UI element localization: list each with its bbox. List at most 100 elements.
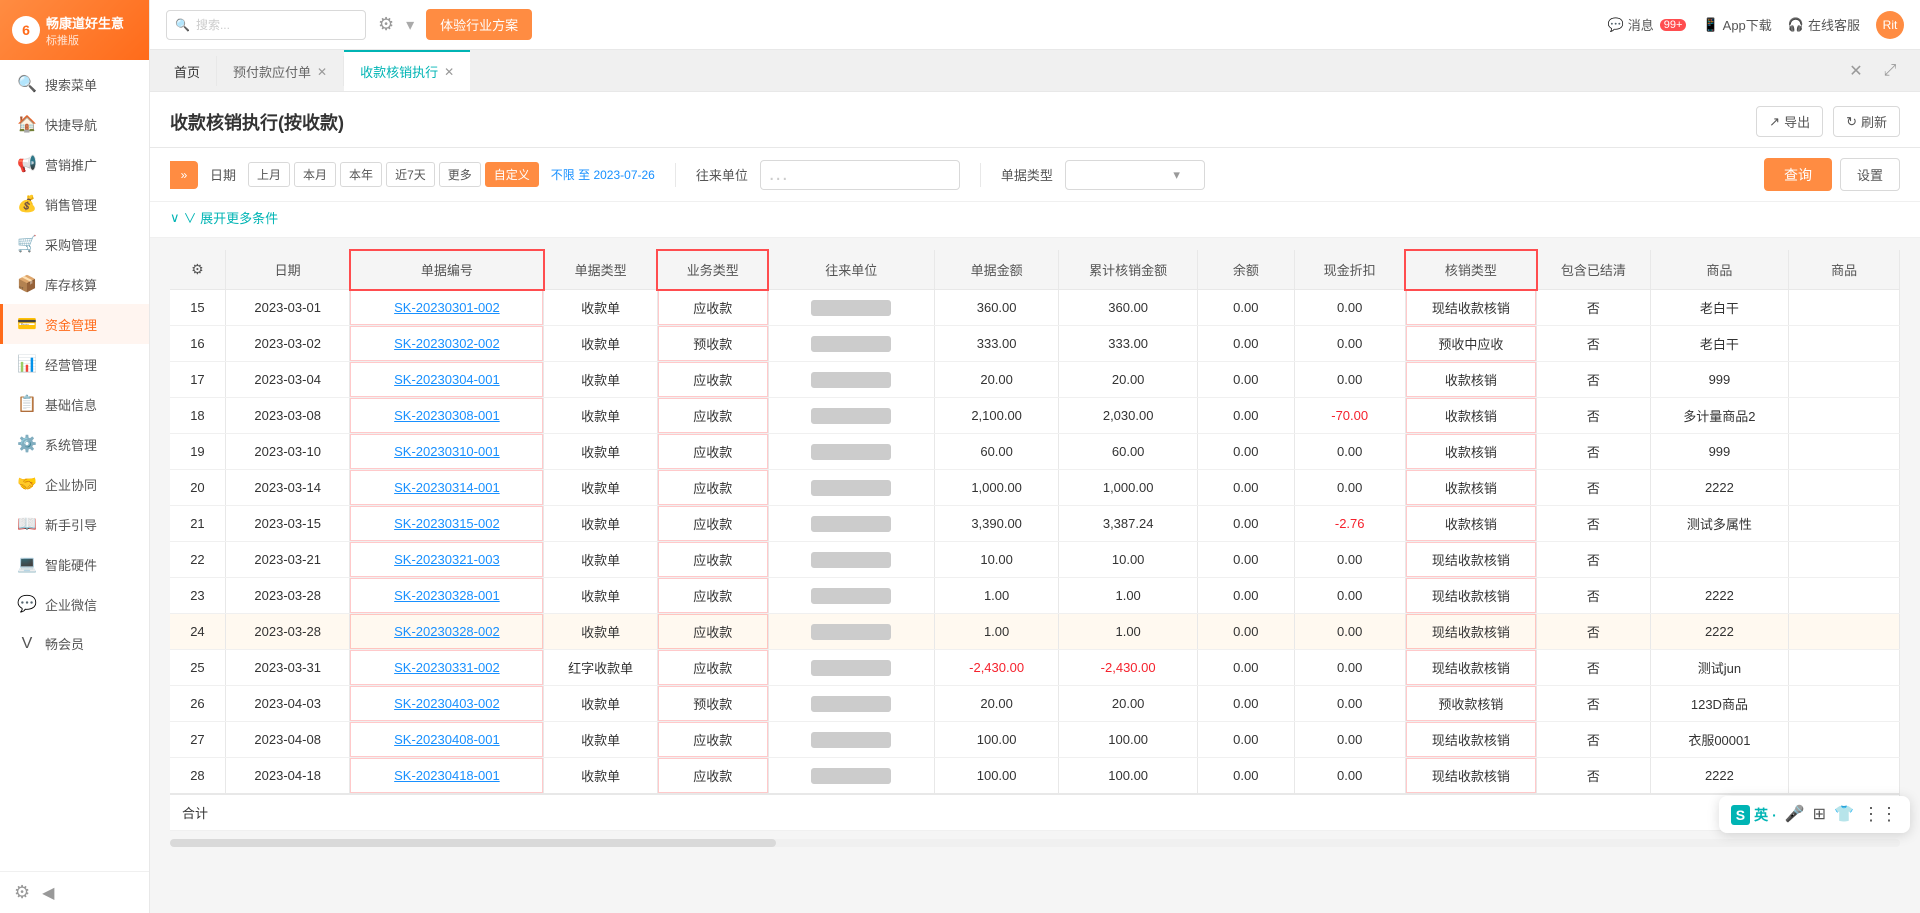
sidebar-item-hardware[interactable]: 💻 智能硬件 (0, 544, 149, 584)
col-header-writeoff-type[interactable]: 核销类型 (1405, 250, 1537, 290)
export-button[interactable]: ↗ 导出 (1756, 106, 1823, 137)
col-header-balance[interactable]: 余额 (1197, 250, 1294, 290)
cell-date: 2023-03-04 (225, 362, 350, 398)
table-row[interactable]: 24 2023-03-28 SK-20230328-002 收款单 应收款 1.… (170, 614, 1900, 650)
table-row[interactable]: 15 2023-03-01 SK-20230301-002 收款单 应收款 36… (170, 290, 1900, 326)
topbar-search[interactable]: 🔍 搜索... (166, 10, 366, 40)
cell-date: 2023-03-28 (225, 614, 350, 650)
table-row[interactable]: 22 2023-03-21 SK-20230321-003 收款单 应收款 10… (170, 542, 1900, 578)
col-header-accumulated[interactable]: 累计核销金额 (1059, 250, 1197, 290)
date-this-year[interactable]: 本年 (340, 162, 382, 187)
sidebar-item-system[interactable]: ⚙️ 系统管理 (0, 424, 149, 464)
scrollbar-thumb[interactable] (170, 839, 776, 847)
col-header-bill-no[interactable]: 单据编号 (350, 250, 544, 290)
tab-close-writeoff[interactable]: ✕ (444, 65, 454, 79)
cell-bill-no[interactable]: SK-20230310-001 (350, 434, 544, 470)
sidebar-item-capital[interactable]: 💳 资金管理 (0, 304, 149, 344)
table-row[interactable]: 16 2023-03-02 SK-20230302-002 收款单 预收款 33… (170, 326, 1900, 362)
settings-footer-icon[interactable]: ⚙ (14, 882, 30, 903)
cell-bill-no[interactable]: SK-20230304-001 (350, 362, 544, 398)
refresh-button[interactable]: ↻ 刷新 (1833, 106, 1900, 137)
cell-bill-no[interactable]: SK-20230308-001 (350, 398, 544, 434)
floating-brand[interactable]: S 英 · (1731, 805, 1777, 825)
sidebar-item-member[interactable]: V 畅会员 (0, 624, 149, 663)
col-header-settings[interactable]: ⚙ (170, 250, 225, 290)
table-header: ⚙ 日期 单据编号 单据类型 业务类型 往来单位 单据金额 累计核销金额 余额 … (170, 250, 1900, 290)
date-last-month[interactable]: 上月 (248, 162, 290, 187)
expand-more-conditions-btn[interactable]: ∨ ∨ 展开更多条件 (170, 208, 1900, 227)
table-row[interactable]: 21 2023-03-15 SK-20230315-002 收款单 应收款 3,… (170, 506, 1900, 542)
cell-bill-no[interactable]: SK-20230408-001 (350, 722, 544, 758)
tab-prepay[interactable]: 预付款应付单 ✕ (217, 50, 343, 91)
apps-grid-icon[interactable]: ⋮⋮ (1862, 804, 1898, 825)
col-header-date[interactable]: 日期 (225, 250, 350, 290)
cell-discount: 0.00 (1294, 542, 1405, 578)
close-window-btn[interactable]: ✕ (1842, 57, 1870, 85)
col-header-discount[interactable]: 现金折扣 (1294, 250, 1405, 290)
filter-expand-button[interactable]: » (170, 161, 198, 189)
tab-close-prepay[interactable]: ✕ (317, 65, 327, 79)
sidebar-item-basic[interactable]: 📋 基础信息 (0, 384, 149, 424)
sidebar-item-corp[interactable]: 🤝 企业协同 (0, 464, 149, 504)
col-header-biz-type[interactable]: 业务类型 (657, 250, 768, 290)
col-header-include[interactable]: 包含已结清 (1537, 250, 1651, 290)
col-header-goods2[interactable]: 商品 (1789, 250, 1900, 290)
mic-icon[interactable]: 🎤 (1785, 804, 1805, 825)
col-header-amount[interactable]: 单据金额 (934, 250, 1059, 290)
sidebar-item-guide[interactable]: 📖 新手引导 (0, 504, 149, 544)
date-more[interactable]: 更多 (439, 162, 481, 187)
messages-item[interactable]: 💬 消息 99+ (1608, 15, 1687, 34)
table-row[interactable]: 25 2023-03-31 SK-20230331-002 红字收款单 应收款 … (170, 650, 1900, 686)
partner-input-wrap[interactable]: ... (760, 160, 960, 190)
query-button[interactable]: 查询 (1764, 158, 1832, 191)
shirt-icon[interactable]: 👕 (1834, 804, 1854, 825)
cell-bill-no[interactable]: SK-20230301-002 (350, 290, 544, 326)
cell-bill-no[interactable]: SK-20230331-002 (350, 650, 544, 686)
cell-no: 21 (170, 506, 225, 542)
app-download-item[interactable]: 📱 App下载 (1702, 15, 1771, 34)
sidebar-item-inventory[interactable]: 📦 库存核算 (0, 264, 149, 304)
cell-bill-no[interactable]: SK-20230302-002 (350, 326, 544, 362)
cell-bill-no[interactable]: SK-20230403-002 (350, 686, 544, 722)
topbar-gear-icon[interactable]: ⚙ (378, 14, 394, 35)
col-header-partner[interactable]: 往来单位 (768, 250, 934, 290)
sidebar-item-nav[interactable]: 🏠 快捷导航 (0, 104, 149, 144)
date-7days[interactable]: 近7天 (386, 162, 435, 187)
cell-bill-no[interactable]: SK-20230315-002 (350, 506, 544, 542)
cell-bill-no[interactable]: SK-20230328-002 (350, 614, 544, 650)
table-row[interactable]: 27 2023-04-08 SK-20230408-001 收款单 应收款 10… (170, 722, 1900, 758)
cell-amount: 2,100.00 (934, 398, 1059, 434)
sidebar-item-sales[interactable]: 💰 销售管理 (0, 184, 149, 224)
date-this-month[interactable]: 本月 (294, 162, 336, 187)
collapse-icon[interactable]: ◀ (42, 883, 54, 903)
col-header-goods[interactable]: 商品 (1650, 250, 1788, 290)
sidebar-item-wechat[interactable]: 💬 企业微信 (0, 584, 149, 624)
date-custom[interactable]: 自定义 (485, 162, 539, 187)
settings-button[interactable]: 设置 (1840, 158, 1900, 191)
tab-writeoff[interactable]: 收款核销执行 ✕ (344, 50, 470, 91)
cell-bill-no[interactable]: SK-20230328-001 (350, 578, 544, 614)
sidebar-item-operation[interactable]: 📊 经营管理 (0, 344, 149, 384)
bill-type-select[interactable]: ▾ (1065, 160, 1205, 190)
expand-window-btn[interactable]: ⤢ (1876, 57, 1904, 85)
online-service-item[interactable]: 🎧 在线客服 (1788, 15, 1860, 34)
table-row[interactable]: 26 2023-04-03 SK-20230403-002 收款单 预收款 20… (170, 686, 1900, 722)
horizontal-scrollbar[interactable] (170, 835, 1900, 851)
user-avatar[interactable]: Rit (1876, 11, 1904, 39)
sidebar-item-purchase[interactable]: 🛒 采购管理 (0, 224, 149, 264)
cell-bill-no[interactable]: SK-20230321-003 (350, 542, 544, 578)
grid-icon[interactable]: ⊞ (1813, 804, 1826, 825)
table-row[interactable]: 18 2023-03-08 SK-20230308-001 收款单 应收款 2,… (170, 398, 1900, 434)
table-row[interactable]: 19 2023-03-10 SK-20230310-001 收款单 应收款 60… (170, 434, 1900, 470)
table-row[interactable]: 23 2023-03-28 SK-20230328-001 收款单 应收款 1.… (170, 578, 1900, 614)
solution-button[interactable]: 体验行业方案 (426, 9, 532, 40)
table-row[interactable]: 17 2023-03-04 SK-20230304-001 收款单 应收款 20… (170, 362, 1900, 398)
cell-bill-no[interactable]: SK-20230418-001 (350, 758, 544, 795)
cell-bill-no[interactable]: SK-20230314-001 (350, 470, 544, 506)
tab-home[interactable]: 首页 (158, 50, 216, 91)
sidebar-item-search[interactable]: 🔍 搜索菜单 (0, 64, 149, 104)
table-row[interactable]: 28 2023-04-18 SK-20230418-001 收款单 应收款 10… (170, 758, 1900, 795)
col-header-bill-type[interactable]: 单据类型 (544, 250, 658, 290)
sidebar-item-marketing[interactable]: 📢 营销推广 (0, 144, 149, 184)
table-row[interactable]: 20 2023-03-14 SK-20230314-001 收款单 应收款 1,… (170, 470, 1900, 506)
